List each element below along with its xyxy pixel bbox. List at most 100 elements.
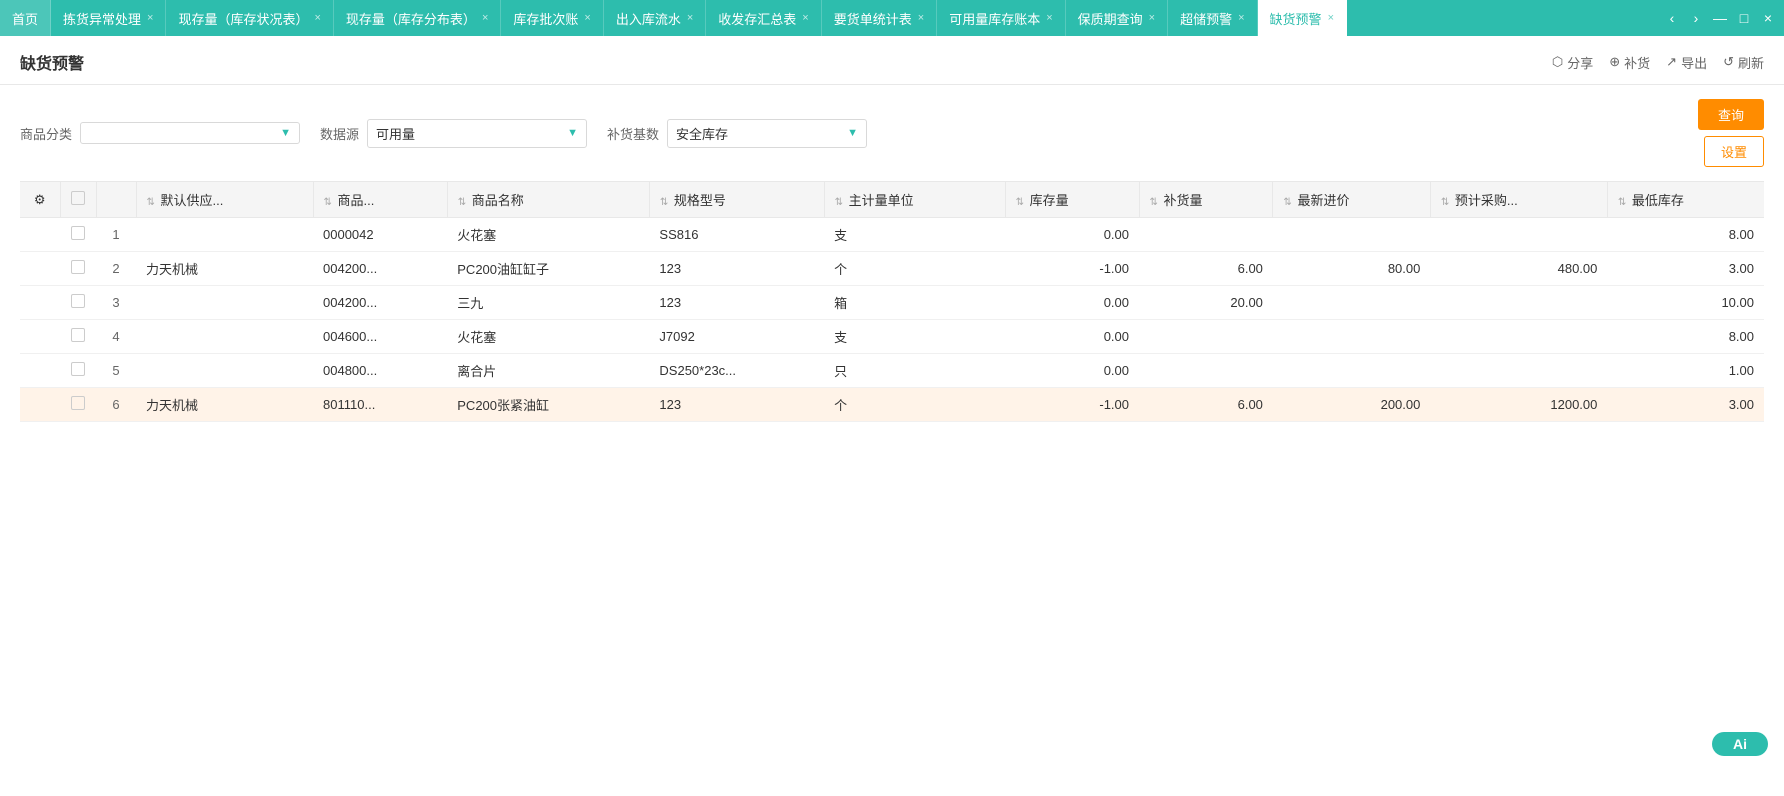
th-latest-price-label: 最新进价	[1297, 193, 1349, 208]
row-replenish: 6.00	[1139, 252, 1273, 286]
tab-available-ledger[interactable]: 可用量库存账本 ×	[937, 0, 1065, 36]
tab-prev-button[interactable]: ‹	[1660, 6, 1684, 30]
tab-collect-summary-close[interactable]: ×	[802, 12, 808, 24]
tab-inventory-status-close[interactable]: ×	[314, 12, 320, 24]
row-check-cell	[60, 354, 96, 388]
row-stock: 0.00	[1005, 286, 1139, 320]
tab-inventory-dist-close[interactable]: ×	[482, 12, 488, 24]
row-checkbox[interactable]	[71, 226, 85, 240]
tab-in-out-flow[interactable]: 出入库流水 ×	[604, 0, 706, 36]
tab-demand-stats[interactable]: 要货单统计表 ×	[822, 0, 937, 36]
tab-inventory-status[interactable]: 现存量（库存状况表） ×	[166, 0, 333, 36]
latest-price-sort-icon: ⇅	[1283, 197, 1291, 208]
th-unit[interactable]: ⇅ 主计量单位	[824, 182, 1005, 218]
settings-button[interactable]: 设置	[1704, 136, 1764, 167]
row-estimated-purchase: 480.00	[1430, 252, 1607, 286]
tab-inventory-dist[interactable]: 现存量（库存分布表） ×	[334, 0, 501, 36]
row-settings-cell	[20, 388, 60, 422]
row-num: 4	[96, 320, 136, 354]
row-check-cell	[60, 252, 96, 286]
category-select[interactable]: ▼	[80, 122, 300, 144]
row-settings-cell	[20, 320, 60, 354]
ai-badge[interactable]: Ai	[1712, 732, 1768, 756]
th-supplier[interactable]: ⇅ 默认供应...	[136, 182, 313, 218]
tab-overstock-close[interactable]: ×	[1238, 12, 1244, 24]
th-stock[interactable]: ⇅ 库存量	[1005, 182, 1139, 218]
replenish-base-value: 安全库存	[676, 124, 728, 143]
tab-batch-account-label: 库存批次账	[513, 9, 578, 28]
export-button[interactable]: ↗ 导出	[1666, 53, 1707, 72]
row-product-name: 火花塞	[447, 320, 649, 354]
tab-batch-account-close[interactable]: ×	[584, 12, 590, 24]
tab-minimize-button[interactable]: —	[1708, 6, 1732, 30]
select-all-checkbox[interactable]	[71, 191, 85, 205]
row-num: 3	[96, 286, 136, 320]
refresh-button[interactable]: ↺ 刷新	[1723, 53, 1764, 72]
th-replenish-label: 补货量	[1164, 193, 1203, 208]
th-product-name[interactable]: ⇅ 商品名称	[447, 182, 649, 218]
row-checkbox[interactable]	[71, 294, 85, 308]
th-estimated-purchase[interactable]: ⇅ 预计采购...	[1430, 182, 1607, 218]
row-check-cell	[60, 286, 96, 320]
export-label: 导出	[1681, 53, 1707, 72]
tab-close-window-button[interactable]: ×	[1756, 6, 1780, 30]
tab-next-button[interactable]: ›	[1684, 6, 1708, 30]
tab-batch-account[interactable]: 库存批次账 ×	[501, 0, 603, 36]
th-product-code[interactable]: ⇅ 商品...	[313, 182, 447, 218]
share-button[interactable]: ⬡ 分享	[1552, 53, 1593, 72]
th-min-stock-label: 最低库存	[1632, 193, 1684, 208]
row-min-stock: 1.00	[1607, 354, 1764, 388]
row-product-code: 004200...	[313, 252, 447, 286]
row-latest-price	[1273, 354, 1430, 388]
tab-expiry-query-close[interactable]: ×	[1149, 12, 1155, 24]
datasource-select[interactable]: 可用量 ▼	[367, 119, 587, 148]
tab-expiry-query-label: 保质期查询	[1078, 9, 1143, 28]
tab-available-ledger-close[interactable]: ×	[1046, 12, 1052, 24]
tab-expiry-query[interactable]: 保质期查询 ×	[1066, 0, 1168, 36]
tab-bar: 首页 拣货异常处理 × 现存量（库存状况表） × 现存量（库存分布表） × 库存…	[0, 0, 1784, 36]
category-chevron-icon: ▼	[280, 127, 291, 139]
main-content: 缺货预警 ⬡ 分享 ⊕ 补货 ↗ 导出 ↺ 刷新 商品分类	[0, 36, 1784, 796]
tab-inventory-status-label: 现存量（库存状况表）	[178, 9, 308, 28]
th-replenish[interactable]: ⇅ 补货量	[1139, 182, 1273, 218]
row-supplier	[136, 354, 313, 388]
row-checkbox[interactable]	[71, 260, 85, 274]
row-stock: -1.00	[1005, 388, 1139, 422]
tab-demand-stats-close[interactable]: ×	[918, 12, 924, 24]
replenish-icon: ⊕	[1609, 54, 1620, 70]
tab-shortage-close[interactable]: ×	[1328, 12, 1334, 24]
row-product-code: 004800...	[313, 354, 447, 388]
th-product-name-label: 商品名称	[472, 193, 524, 208]
replenish-base-select[interactable]: 安全库存 ▼	[667, 119, 867, 148]
unit-sort-icon: ⇅	[835, 197, 843, 208]
tab-home[interactable]: 首页	[0, 0, 51, 36]
tab-shortage[interactable]: 缺货预警 ×	[1258, 0, 1347, 36]
tab-collect-summary[interactable]: 收发存汇总表 ×	[706, 0, 821, 36]
tab-overstock[interactable]: 超储预警 ×	[1168, 0, 1257, 36]
row-check-cell	[60, 320, 96, 354]
row-settings-cell	[20, 252, 60, 286]
row-product-name: PC200张紧油缸	[447, 388, 649, 422]
tab-exception-close[interactable]: ×	[147, 12, 153, 24]
replenish-button[interactable]: ⊕ 补货	[1609, 53, 1650, 72]
category-filter-label: 商品分类	[20, 124, 72, 143]
tab-in-out-flow-close[interactable]: ×	[687, 12, 693, 24]
tab-exception[interactable]: 拣货异常处理 ×	[51, 0, 166, 36]
th-spec-label: 规格型号	[674, 193, 726, 208]
row-num: 2	[96, 252, 136, 286]
th-spec[interactable]: ⇅ 规格型号	[649, 182, 824, 218]
th-min-stock[interactable]: ⇅ 最低库存	[1607, 182, 1764, 218]
th-estimated-purchase-label: 预计采购...	[1455, 193, 1518, 208]
tab-maximize-button[interactable]: □	[1732, 6, 1756, 30]
row-replenish: 6.00	[1139, 388, 1273, 422]
row-product-code: 004600...	[313, 320, 447, 354]
table-container: ⚙ ⇅ 默认供应... ⇅ 商品... ⇅	[0, 181, 1784, 422]
row-checkbox[interactable]	[71, 396, 85, 410]
product-name-sort-icon: ⇅	[458, 197, 466, 208]
th-settings[interactable]: ⚙	[20, 182, 60, 218]
row-unit: 个	[824, 252, 1005, 286]
th-latest-price[interactable]: ⇅ 最新进价	[1273, 182, 1430, 218]
row-checkbox[interactable]	[71, 362, 85, 376]
query-button[interactable]: 查询	[1698, 99, 1764, 130]
row-checkbox[interactable]	[71, 328, 85, 342]
